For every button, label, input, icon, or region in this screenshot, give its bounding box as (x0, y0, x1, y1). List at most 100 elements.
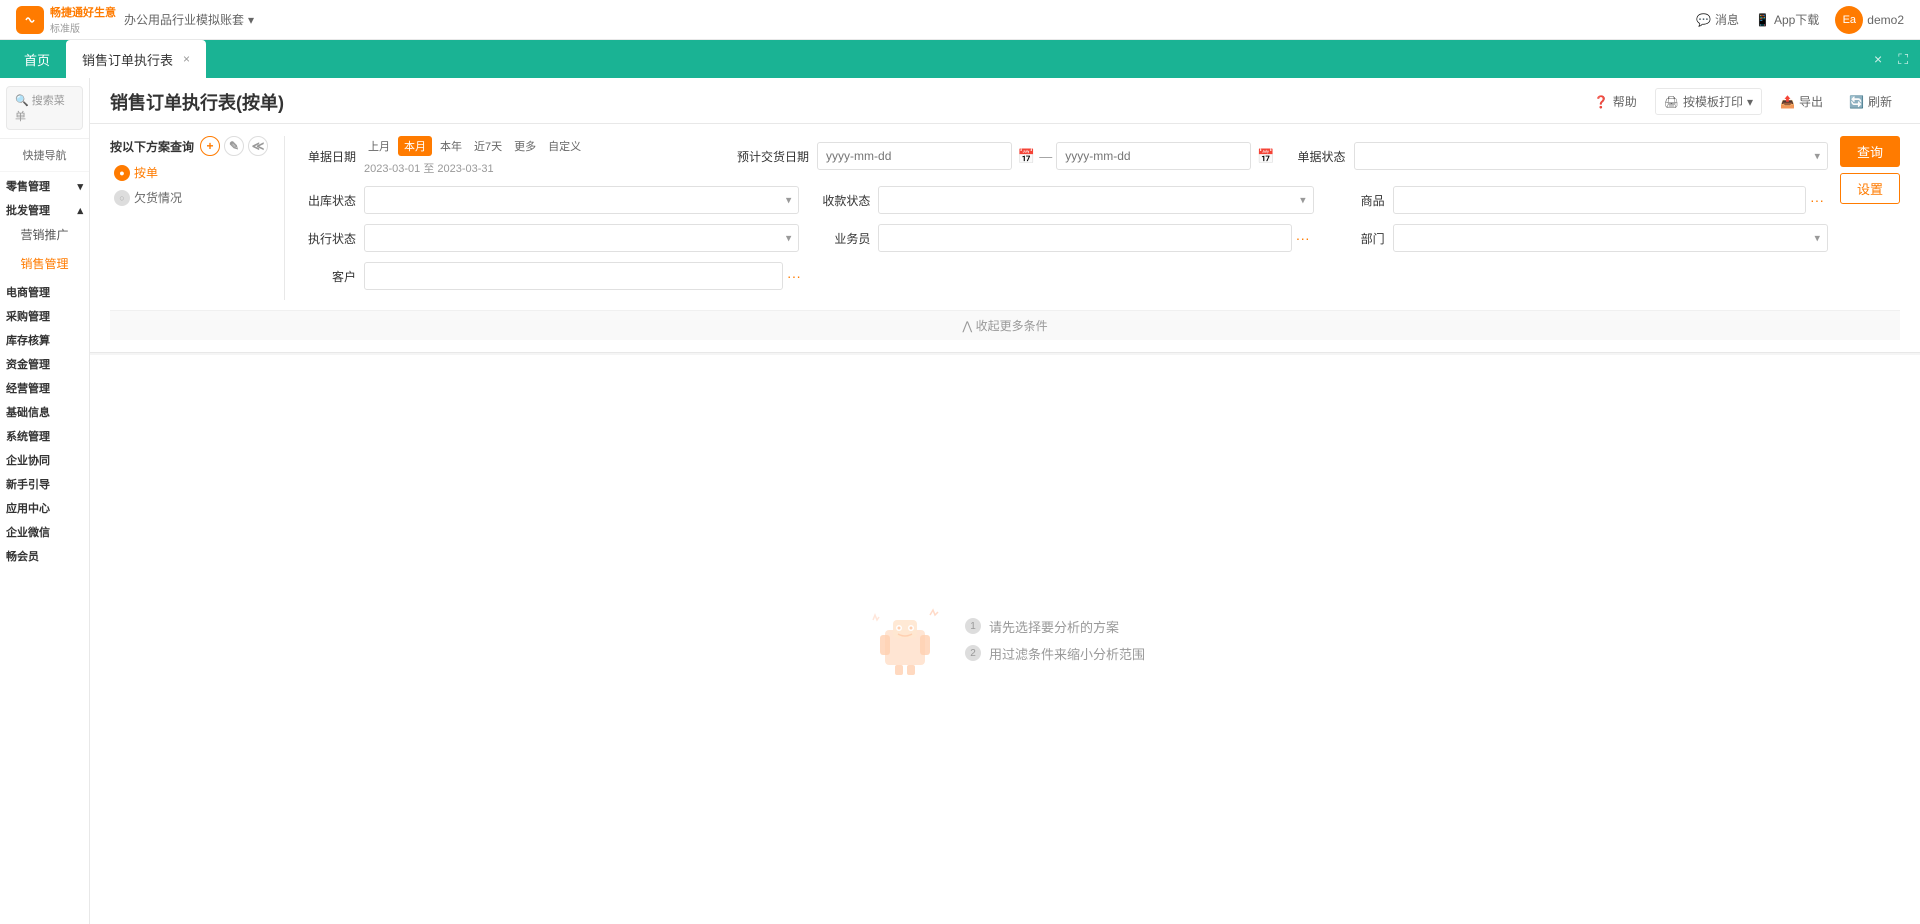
avatar: Ea (1835, 6, 1863, 34)
empty-illustration (865, 600, 945, 680)
sidebar-section-inventory[interactable]: 库存核算 (0, 326, 89, 350)
goods-input[interactable] (1393, 186, 1806, 214)
date-range-text: 2023-03-01 至 2023-03-31 (364, 160, 721, 176)
date-tabs: 上月 本月 本年 近7天 更多 自定义 (364, 136, 721, 156)
sidebar-item-quick-nav[interactable]: 快捷导航 (0, 139, 89, 172)
date-tab-custom[interactable]: 自定义 (544, 136, 585, 156)
chevron-up-icon: ▴ (77, 204, 83, 217)
tab-sales-order-exec[interactable]: 销售订单执行表 × (66, 40, 206, 78)
search-menu-btn[interactable]: 🔍 搜索菜单 (6, 86, 83, 130)
sidebar-section-operations[interactable]: 经营管理 (0, 374, 89, 398)
sidebar-section-app-center[interactable]: 应用中心 (0, 494, 89, 518)
sidebar: 🔍 搜索菜单 快捷导航 零售管理 ▾ 批发管理 ▴ 营销推广 销售管理 电商管理… (0, 78, 90, 924)
filter-panel: 按以下方案查询 + ✎ ≪ ● 按单 ○ (90, 124, 1920, 353)
search-icon: 🔍 (15, 95, 29, 107)
status-select-wrapper (1354, 142, 1828, 170)
page-actions: ❓ 帮助 🖨 按模板打印 ▾ 📤 导出 🔄 刷新 (1586, 88, 1900, 115)
filter-row-2: 出库状态 收款状态 (301, 186, 1828, 214)
sidebar-section-base-info[interactable]: 基础信息 (0, 398, 89, 422)
filter-top: 按以下方案查询 + ✎ ≪ ● 按单 ○ (110, 136, 1900, 300)
calendar-start-icon[interactable]: 📅 (1018, 148, 1035, 165)
sidebar-section-newbie[interactable]: 新手引导 (0, 470, 89, 494)
department-select[interactable] (1393, 224, 1828, 252)
date-label: 单据日期 (301, 148, 356, 165)
filter-row-3: 执行状态 业务员 ··· (301, 224, 1828, 252)
date-tab-7days[interactable]: 近7天 (470, 136, 506, 156)
logo-icon (16, 6, 44, 34)
mobile-icon: 📱 (1755, 13, 1770, 27)
export-icon: 📤 (1780, 95, 1795, 109)
filter-field-date: 单据日期 上月 本月 本年 近7天 更多 自定义 20 (301, 136, 721, 176)
salesperson-input[interactable] (878, 224, 1291, 252)
empty-tips: 1 请先选择要分析的方案 2 用过滤条件来缩小分析范围 (965, 617, 1145, 663)
filter-field-goods: 商品 ··· (1330, 186, 1828, 214)
filter-divider (284, 136, 285, 300)
customer-label: 客户 (301, 268, 356, 285)
filter-field-delivery: 预计交货日期 📅 — 📅 (737, 142, 1274, 170)
date-tab-last-month[interactable]: 上月 (364, 136, 394, 156)
customer-input[interactable] (364, 262, 783, 290)
salesperson-picker-btn[interactable]: ··· (1292, 230, 1314, 246)
filter-actions: 查询 设置 (1840, 136, 1900, 204)
sidebar-section-finance[interactable]: 资金管理 (0, 350, 89, 374)
sidebar-search: 🔍 搜索菜单 (0, 78, 89, 139)
export-btn[interactable]: 📤 导出 (1772, 89, 1831, 114)
breadcrumb[interactable]: 办公用品行业模拟账套 ▾ (124, 11, 254, 28)
refresh-btn[interactable]: 🔄 刷新 (1841, 89, 1900, 114)
sidebar-section-system[interactable]: 系统管理 (0, 422, 89, 446)
empty-tip-2: 2 用过滤条件来缩小分析范围 (965, 644, 1145, 663)
date-tab-more[interactable]: 更多 (510, 136, 540, 156)
collapse-more-btn[interactable]: ⋀ 收起更多条件 (110, 310, 1900, 340)
edit-scheme-btn[interactable]: ✎ (224, 136, 244, 156)
scheme-item-order[interactable]: ● 按单 (110, 162, 268, 183)
exec-status-select-wrapper (364, 224, 799, 252)
page-header: 销售订单执行表(按单) ❓ 帮助 🖨 按模板打印 ▾ 📤 导出 🔄 刷新 (90, 78, 1920, 124)
sidebar-section-purchase[interactable]: 采购管理 (0, 302, 89, 326)
header-left: 畅捷通好生意 标准版 办公用品行业模拟账套 ▾ (16, 4, 254, 35)
tab-close-icon[interactable]: × (183, 52, 190, 66)
delivery-date-end[interactable] (1056, 142, 1251, 170)
out-status-select[interactable] (364, 186, 799, 214)
date-tab-this-month[interactable]: 本月 (398, 136, 432, 156)
payment-status-select[interactable] (878, 186, 1313, 214)
empty-state: 1 请先选择要分析的方案 2 用过滤条件来缩小分析范围 (90, 355, 1920, 924)
tab-home[interactable]: 首页 (8, 40, 66, 78)
customer-picker-btn[interactable]: ··· (783, 268, 805, 284)
goods-picker-btn[interactable]: ··· (1806, 192, 1828, 208)
collapse-scheme-btn[interactable]: ≪ (248, 136, 268, 156)
user-menu[interactable]: Ea demo2 (1835, 6, 1904, 34)
sidebar-item-sales[interactable]: 销售管理 (0, 249, 89, 278)
filter-field-payment: 收款状态 (815, 186, 1313, 214)
settings-btn[interactable]: 设置 (1840, 173, 1900, 204)
sidebar-section-retail[interactable]: 零售管理 ▾ (0, 172, 89, 196)
app-download-btn[interactable]: 📱 App下载 (1755, 11, 1819, 28)
status-select[interactable] (1354, 142, 1828, 170)
goods-label: 商品 (1330, 192, 1385, 209)
date-tab-this-year[interactable]: 本年 (436, 136, 466, 156)
filter-row-1: 单据日期 上月 本月 本年 近7天 更多 自定义 20 (301, 136, 1828, 176)
chevron-down-icon: ▾ (77, 180, 83, 193)
sidebar-section-membership[interactable]: 畅会员 (0, 542, 89, 566)
sidebar-section-wholesale[interactable]: 批发管理 ▴ (0, 196, 89, 220)
window-expand-btn[interactable]: ⛶ (1894, 47, 1912, 72)
scheme-actions: + ✎ ≪ (200, 136, 268, 156)
delivery-date-start[interactable] (817, 142, 1012, 170)
department-label: 部门 (1330, 230, 1385, 247)
template-print-btn[interactable]: 🖨 按模板打印 ▾ (1655, 88, 1762, 115)
sidebar-section-enterprise[interactable]: 企业协同 (0, 446, 89, 470)
collapse-icon: ⋀ (962, 319, 975, 333)
sidebar-item-marketing[interactable]: 营销推广 (0, 220, 89, 249)
filter-field-department: 部门 (1330, 224, 1828, 252)
refresh-icon: 🔄 (1849, 95, 1864, 109)
search-btn[interactable]: 查询 (1840, 136, 1900, 167)
filter-field-salesperson: 业务员 ··· (815, 224, 1313, 252)
sidebar-section-wechat[interactable]: 企业微信 (0, 518, 89, 542)
window-close-btn[interactable]: × (1870, 47, 1886, 71)
exec-status-select[interactable] (364, 224, 799, 252)
message-btn[interactable]: 💬 消息 (1696, 11, 1739, 28)
help-btn[interactable]: ❓ 帮助 (1586, 89, 1645, 114)
add-scheme-btn[interactable]: + (200, 136, 220, 156)
sidebar-section-ecommerce[interactable]: 电商管理 (0, 278, 89, 302)
calendar-end-icon[interactable]: 📅 (1257, 148, 1274, 165)
scheme-item-shortage[interactable]: ○ 欠货情况 (110, 187, 268, 208)
